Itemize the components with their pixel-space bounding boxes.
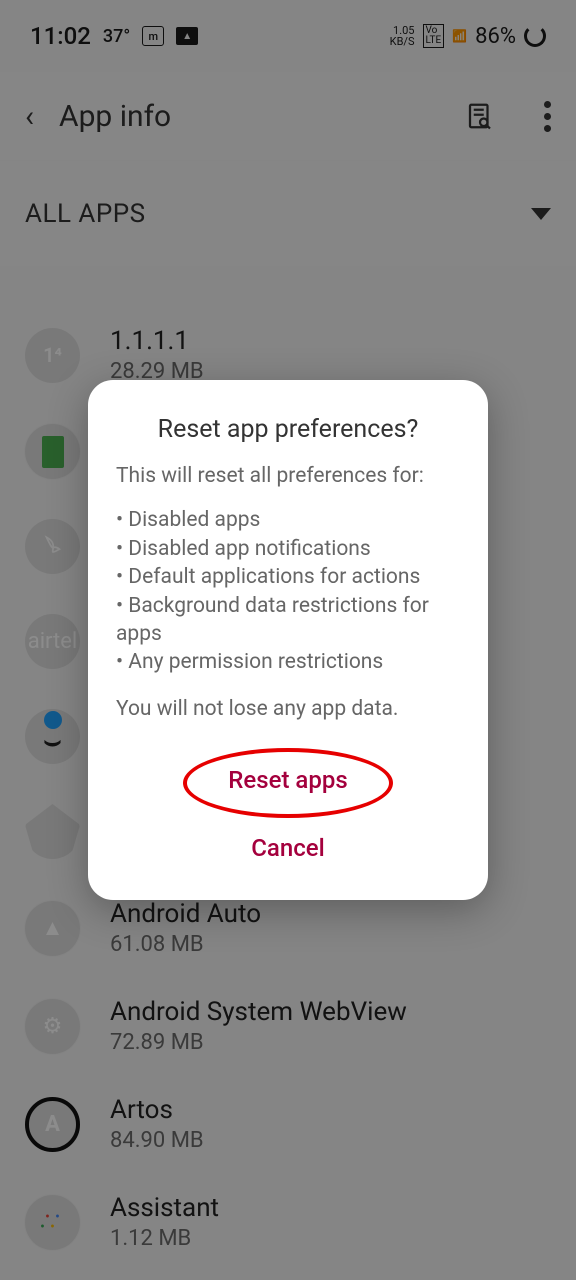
- dialog-item: Disabled apps: [116, 506, 460, 534]
- dialog-item: Any permission restrictions: [116, 648, 460, 676]
- cancel-button[interactable]: Cancel: [116, 814, 460, 882]
- dialog-item: Disabled app notifications: [116, 535, 460, 563]
- modal-overlay[interactable]: Reset app preferences? This will reset a…: [0, 0, 576, 1280]
- dialog-item: Background data restrictions for apps: [116, 592, 460, 649]
- dialog-item-list: Disabled apps Disabled app notifications…: [116, 506, 460, 676]
- dialog-lead: This will reset all preferences for:: [116, 464, 460, 488]
- dialog-footer-text: You will not lose any app data.: [116, 697, 460, 721]
- reset-apps-button[interactable]: Reset apps: [228, 746, 347, 814]
- reset-preferences-dialog: Reset app preferences? This will reset a…: [88, 380, 488, 899]
- dialog-title: Reset app preferences?: [116, 415, 460, 444]
- dialog-item: Default applications for actions: [116, 563, 460, 591]
